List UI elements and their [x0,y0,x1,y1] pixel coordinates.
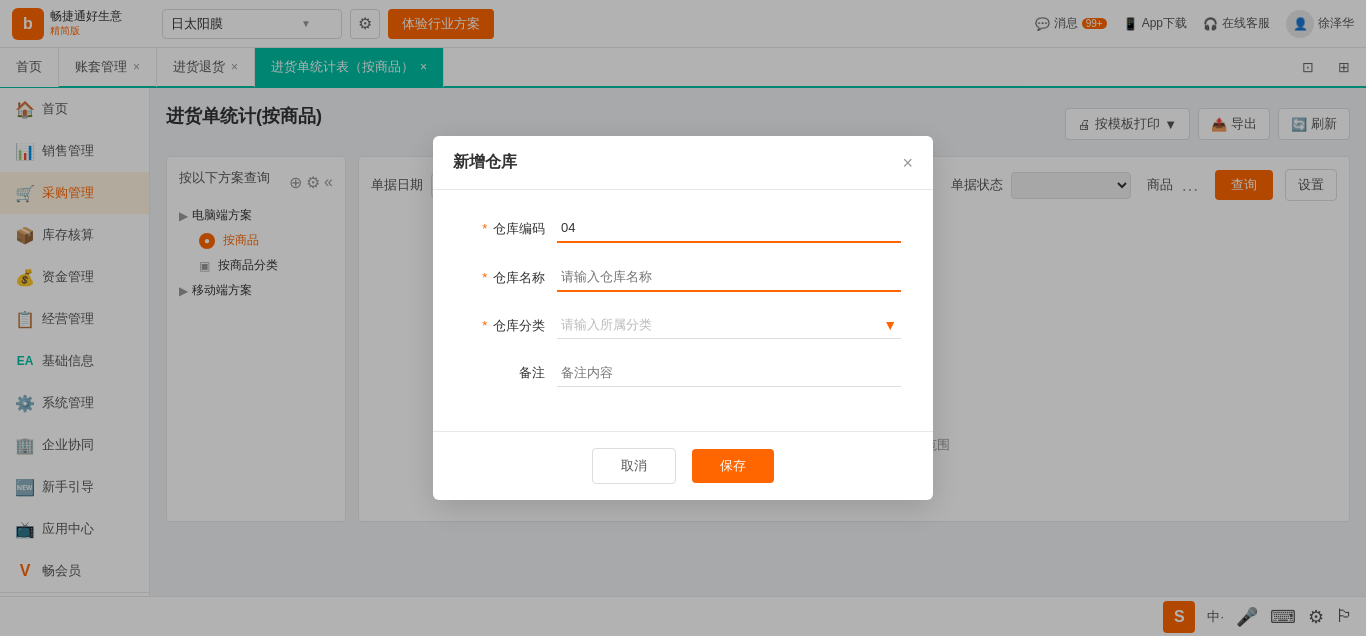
required-mark-code: * [482,221,487,236]
warehouse-category-select[interactable]: 请输入所属分类 ▼ [557,312,901,339]
form-row-category: * 仓库分类 请输入所属分类 ▼ [465,312,901,339]
form-row-name: * 仓库名称 [465,263,901,292]
remark-label: 备注 [465,364,545,382]
modal-footer: 取消 保存 [433,431,933,500]
category-dropdown-arrow-icon: ▼ [883,317,897,333]
warehouse-modal: 新增仓库 × * 仓库编码 * 仓库名称 [433,136,933,500]
remark-input[interactable] [557,359,901,387]
required-mark-category: * [482,318,487,333]
warehouse-code-label: * 仓库编码 [465,220,545,238]
modal-title: 新增仓库 [453,152,517,173]
modal-close-button[interactable]: × [902,154,913,172]
required-mark-name: * [482,270,487,285]
form-row-code: * 仓库编码 [465,214,901,243]
form-row-remark: 备注 [465,359,901,387]
warehouse-name-input[interactable] [557,263,901,292]
modal-overlay[interactable]: 新增仓库 × * 仓库编码 * 仓库名称 [0,0,1366,636]
warehouse-code-input[interactable] [557,214,901,243]
warehouse-category-placeholder: 请输入所属分类 [561,316,883,334]
modal-body: * 仓库编码 * 仓库名称 * 仓库分类 请输入所属 [433,190,933,431]
save-button[interactable]: 保存 [692,449,774,483]
cancel-button[interactable]: 取消 [592,448,676,484]
modal-header: 新增仓库 × [433,136,933,190]
warehouse-category-label: * 仓库分类 [465,317,545,335]
warehouse-name-label: * 仓库名称 [465,269,545,287]
